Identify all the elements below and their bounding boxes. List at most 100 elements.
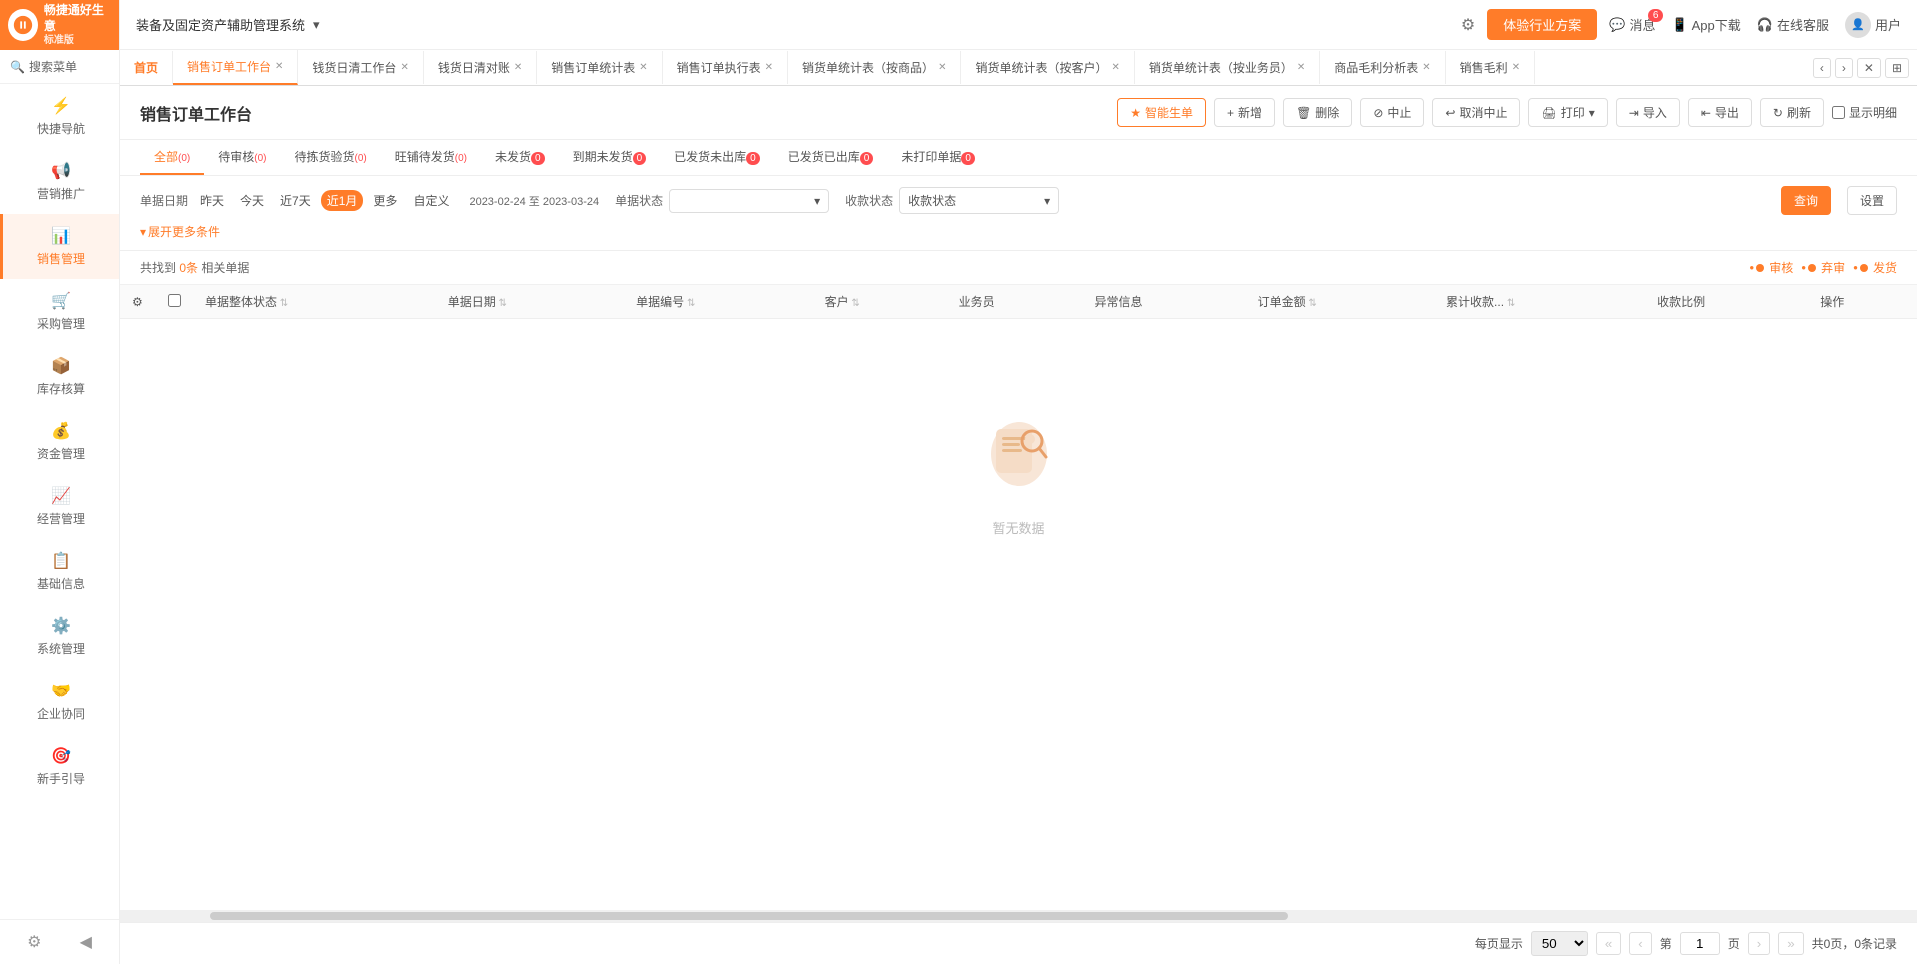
- col-status[interactable]: 单据整体状态: [193, 285, 436, 319]
- tab-sales-order-exec[interactable]: 销售订单执行表 ✕: [663, 51, 788, 84]
- date-opt-more[interactable]: 更多: [367, 190, 403, 211]
- topbar-actions: 💬 消息 6 📱 App下载 🎧 在线客服 👤 用户: [1609, 12, 1901, 38]
- tab-sales-stats-staff[interactable]: 销货单统计表（按业务员） ✕: [1135, 51, 1320, 84]
- tab-close-icon[interactable]: ✕: [1512, 62, 1520, 73]
- tab-close-icon[interactable]: ✕: [1422, 62, 1430, 73]
- sidebar-item-operations[interactable]: 📈 经营管理: [0, 474, 119, 539]
- horizontal-scrollbar[interactable]: [120, 910, 1917, 922]
- subtab-pending-inspect[interactable]: 待拣货验货(0): [281, 140, 381, 175]
- sidebar-item-system[interactable]: ⚙️ 系统管理: [0, 604, 119, 669]
- next-page-btn[interactable]: ›: [1748, 932, 1770, 955]
- tab-nav-expand[interactable]: ⊞: [1885, 58, 1909, 78]
- export-btn[interactable]: ⇤ 导出: [1688, 98, 1752, 127]
- tab-sales-order-stats[interactable]: 销售订单统计表 ✕: [537, 51, 662, 84]
- cancel-stop-btn[interactable]: ↩ 取消中止: [1432, 98, 1520, 127]
- col-collected[interactable]: 累计收款...: [1434, 285, 1645, 319]
- date-options: 昨天 今天 近7天 近1月 更多 自定义: [194, 190, 455, 211]
- tab-sales-order-workspace[interactable]: 销售订单工作台 ✕: [173, 50, 298, 85]
- collapse-icon[interactable]: ◀: [80, 932, 92, 952]
- tab-nav-prev[interactable]: ‹: [1813, 58, 1831, 78]
- review-op-btn[interactable]: 审核: [1749, 259, 1793, 276]
- tab-close-icon[interactable]: ✕: [938, 62, 946, 73]
- print-btn[interactable]: 🖨 打印 ▾: [1528, 98, 1607, 127]
- subtab-wangpu[interactable]: 旺铺待发货(0): [381, 140, 481, 175]
- tab-sales-stats-product[interactable]: 销货单统计表（按商品） ✕: [788, 51, 961, 84]
- sidebar-item-sales[interactable]: 📊 销售管理: [0, 214, 119, 279]
- sidebar-search[interactable]: 🔍 搜索菜单: [0, 50, 119, 84]
- system-dropdown[interactable]: ▾: [313, 17, 320, 33]
- select-all-checkbox[interactable]: [168, 294, 181, 307]
- sidebar-item-marketing[interactable]: 📢 营销推广: [0, 149, 119, 214]
- tab-cash-reconcile[interactable]: 钱货日清对账 ✕: [424, 51, 537, 84]
- payment-select[interactable]: 收款状态 ▾: [899, 187, 1059, 214]
- import-btn[interactable]: ⇥ 导入: [1616, 98, 1680, 127]
- tab-sales-profit[interactable]: 销售毛利 ✕: [1446, 51, 1535, 84]
- status-select[interactable]: ▾: [669, 189, 829, 213]
- expand-filter-btn[interactable]: ▾ 展开更多条件: [140, 223, 1897, 240]
- first-page-btn[interactable]: «: [1596, 932, 1621, 955]
- add-btn[interactable]: + 新增: [1214, 98, 1275, 127]
- last-page-btn[interactable]: »: [1778, 932, 1803, 955]
- smart-generate-btn[interactable]: ★ 智能生单: [1117, 98, 1206, 127]
- subtab-pending-review[interactable]: 待审核(0): [204, 140, 280, 175]
- date-opt-custom[interactable]: 自定义: [407, 190, 455, 211]
- col-amount[interactable]: 订单金额: [1246, 285, 1434, 319]
- sales-icon: 📊: [51, 226, 71, 246]
- tab-close-icon[interactable]: ✕: [514, 62, 522, 73]
- tab-sales-stats-customer[interactable]: 销货单统计表（按客户） ✕: [961, 51, 1134, 84]
- subtab-all[interactable]: 全部(0): [140, 140, 204, 175]
- tab-close-icon[interactable]: ✕: [400, 62, 408, 73]
- tab-cash-daily[interactable]: 钱货日清工作台 ✕: [298, 51, 423, 84]
- sidebar-item-enterprise[interactable]: 🤝 企业协同: [0, 669, 119, 734]
- tab-close-icon[interactable]: ✕: [1297, 62, 1305, 73]
- show-detail-label[interactable]: 显示明细: [1832, 104, 1897, 121]
- col-date[interactable]: 单据日期: [436, 285, 624, 319]
- page-input[interactable]: [1680, 932, 1720, 955]
- tab-close-icon[interactable]: ✕: [639, 62, 647, 73]
- plus-icon: +: [1227, 106, 1234, 120]
- online-service-action[interactable]: 🎧 在线客服: [1757, 15, 1829, 34]
- tab-close-icon[interactable]: ✕: [1111, 62, 1119, 73]
- sidebar-item-guide[interactable]: 🎯 新手引导: [0, 734, 119, 799]
- sidebar-item-basic[interactable]: 📋 基础信息: [0, 539, 119, 604]
- filter-settings-btn[interactable]: 设置: [1847, 186, 1897, 215]
- date-opt-yesterday[interactable]: 昨天: [194, 190, 230, 211]
- unreviewed-op-btn[interactable]: 弃审: [1801, 259, 1845, 276]
- table-settings-icon[interactable]: ⚙: [132, 295, 143, 309]
- subtab-not-shipped[interactable]: 未发货0: [481, 140, 559, 175]
- refresh-btn[interactable]: ↻ 刷新: [1760, 98, 1824, 127]
- ship-op-btn[interactable]: 发货: [1853, 259, 1897, 276]
- industry-btn[interactable]: 体验行业方案: [1487, 9, 1597, 40]
- col-number[interactable]: 单据编号: [624, 285, 812, 319]
- query-btn[interactable]: 查询: [1781, 186, 1831, 215]
- sidebar-item-quick-nav[interactable]: ⚡ 快捷导航: [0, 84, 119, 149]
- tab-nav-close-all[interactable]: ✕: [1857, 58, 1881, 78]
- sidebar-item-inventory[interactable]: 📦 库存核算: [0, 344, 119, 409]
- message-action[interactable]: 💬 消息 6: [1609, 15, 1655, 34]
- tab-product-margin[interactable]: 商品毛利分析表 ✕: [1320, 51, 1445, 84]
- tab-home[interactable]: 首页: [120, 51, 173, 84]
- app-download-action[interactable]: 📱 App下载: [1671, 15, 1740, 34]
- tab-nav-next[interactable]: ›: [1835, 58, 1853, 78]
- subtab-not-printed[interactable]: 未打印单据0: [887, 140, 989, 175]
- subtab-shipped-not-warehoused[interactable]: 已发货未出库0: [660, 140, 774, 175]
- settings-bottom-icon[interactable]: ⚙: [27, 932, 41, 952]
- subtab-shipped-warehoused[interactable]: 已发货已出库0: [774, 140, 888, 175]
- col-customer[interactable]: 客户: [813, 285, 947, 319]
- prev-page-btn[interactable]: ‹: [1629, 932, 1651, 955]
- page-size-select[interactable]: 10 20 50 100: [1531, 931, 1588, 956]
- user-action[interactable]: 👤 用户: [1845, 12, 1901, 38]
- stop-btn[interactable]: ⊘ 中止: [1360, 98, 1424, 127]
- sidebar-item-finance[interactable]: 💰 资金管理: [0, 409, 119, 474]
- delete-btn[interactable]: 🗑 删除: [1283, 98, 1352, 127]
- subtab-expired-not-shipped[interactable]: 到期未发货0: [559, 140, 661, 175]
- tab-close-icon[interactable]: ✕: [275, 61, 283, 72]
- sidebar-item-purchase[interactable]: 🛒 采购管理: [0, 279, 119, 344]
- app-name: 畅捷通好生意 标准版: [44, 3, 111, 47]
- show-detail-checkbox[interactable]: [1832, 106, 1845, 119]
- date-opt-last7[interactable]: 近7天: [274, 190, 317, 211]
- date-opt-today[interactable]: 今天: [234, 190, 270, 211]
- topbar-settings-icon[interactable]: ⚙: [1461, 15, 1475, 35]
- date-opt-last1m[interactable]: 近1月: [321, 190, 364, 211]
- tab-close-icon[interactable]: ✕: [765, 62, 773, 73]
